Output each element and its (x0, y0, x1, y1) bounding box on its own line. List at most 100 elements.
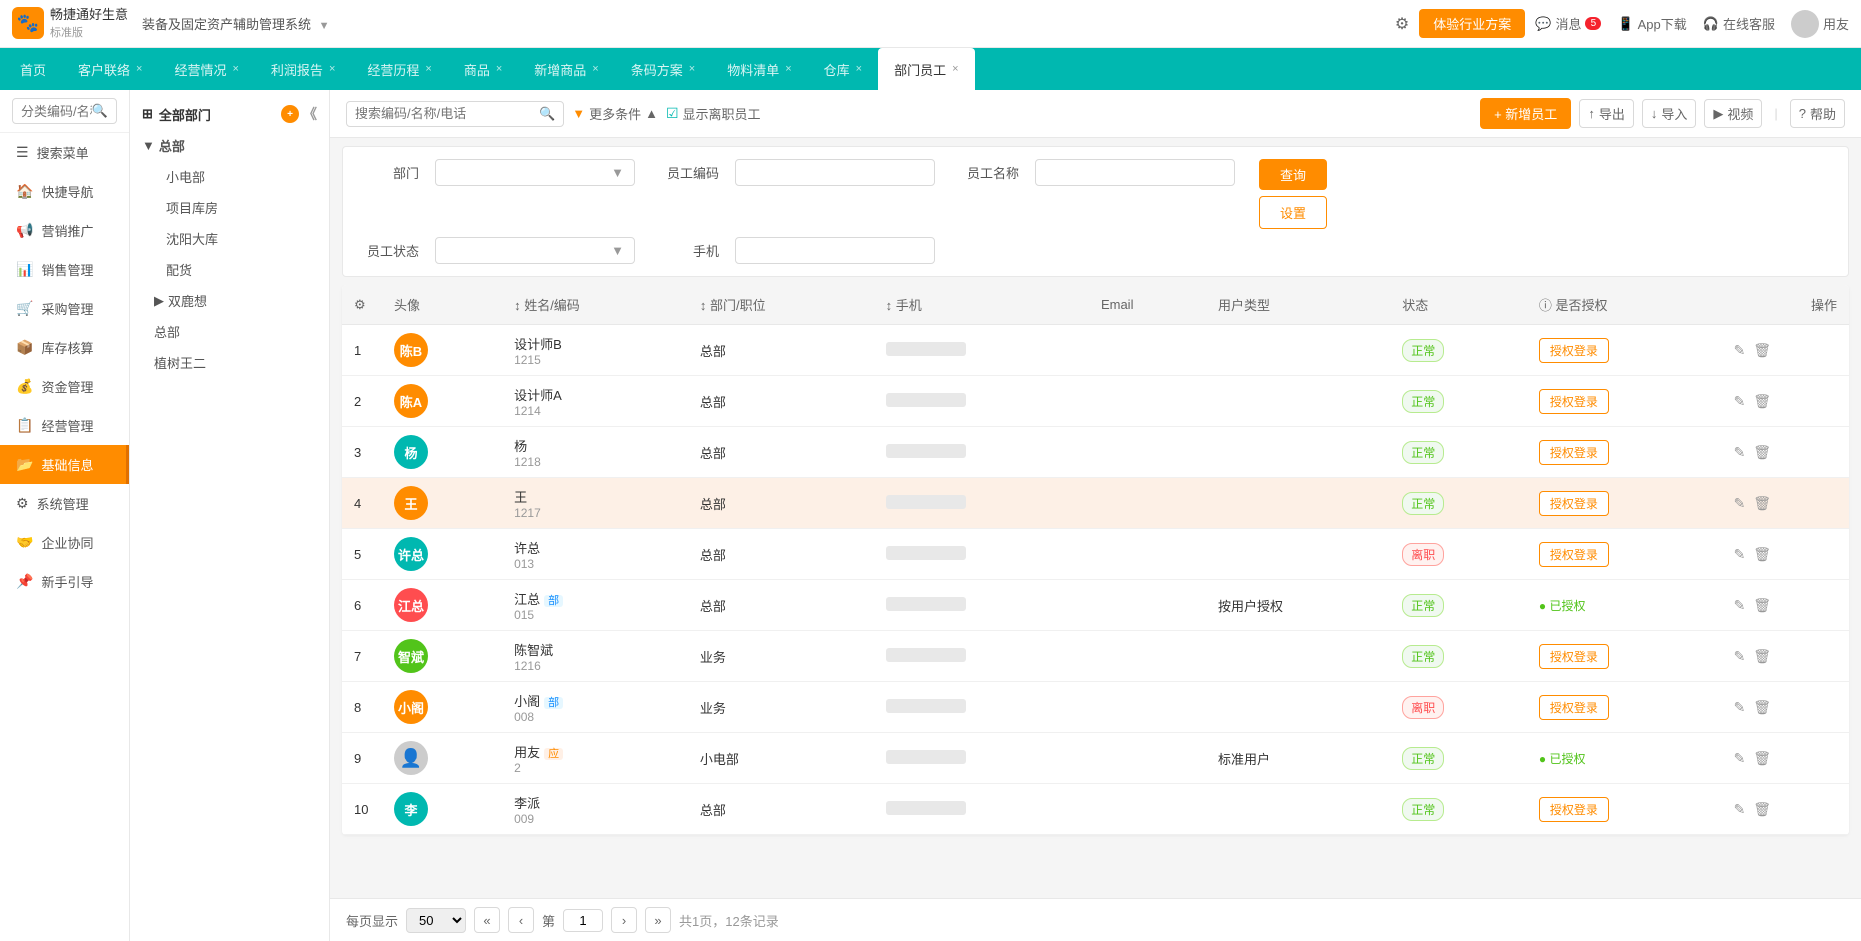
delete-icon[interactable]: 🗑 (1753, 648, 1771, 665)
delete-icon[interactable]: 🗑 (1753, 393, 1771, 410)
help-btn[interactable]: ? 帮助 (1790, 99, 1845, 128)
edit-icon[interactable]: ✎ (1734, 750, 1746, 767)
gear-icon[interactable]: ⚙ (1395, 14, 1409, 34)
cell-dept: 业务 (688, 631, 874, 682)
tab-customer[interactable]: 客户联络× (62, 48, 158, 90)
auth-login-btn[interactable]: 授权登录 (1539, 491, 1609, 516)
delete-icon[interactable]: 🗑 (1753, 546, 1771, 563)
delete-icon[interactable]: 🗑 (1753, 597, 1771, 614)
online-service-btn[interactable]: 🎧 在线客服 (1703, 14, 1775, 33)
edit-icon[interactable]: ✎ (1734, 597, 1746, 614)
filter-btn[interactable]: ▼ 更多条件 ▲ (572, 104, 658, 123)
tab-goods[interactable]: 商品× (448, 48, 518, 90)
view-btn[interactable]: ▶ 视频 (1704, 99, 1762, 128)
tab-barcode[interactable]: 条码方案× (615, 48, 711, 90)
sidebar-search-wrap[interactable]: 🔍 (12, 98, 117, 124)
sidebar-item-operations[interactable]: 📋经营管理 (0, 406, 129, 445)
sidebar-item-marketing[interactable]: 📢营销推广 (0, 211, 129, 250)
th-phone[interactable]: ↕ 手机 (874, 285, 1089, 325)
tab-new-goods[interactable]: 新增商品× (518, 48, 614, 90)
delete-icon[interactable]: 🗑 (1753, 801, 1771, 818)
show-resigned-toggle[interactable]: ☑ 显示离职员工 (666, 104, 761, 123)
auth-login-btn[interactable]: 授权登录 (1539, 695, 1609, 720)
page-size-select[interactable]: 50 20 100 (406, 908, 466, 933)
sidebar-item-inventory[interactable]: 📦库存核算 (0, 328, 129, 367)
auth-login-btn[interactable]: 授权登录 (1539, 389, 1609, 414)
sidebar-search-input[interactable] (21, 104, 92, 119)
page-input[interactable] (563, 909, 603, 932)
filter-dept-select[interactable]: ▼ (435, 159, 635, 186)
tab-bom[interactable]: 物料清单× (711, 48, 807, 90)
status-badge: 正常 (1402, 594, 1444, 617)
edit-icon[interactable]: ✎ (1734, 393, 1746, 410)
import-btn[interactable]: ↓ 导入 (1642, 99, 1697, 128)
edit-icon[interactable]: ✎ (1734, 546, 1746, 563)
edit-icon[interactable]: ✎ (1734, 801, 1746, 818)
user-btn[interactable]: 用友 (1791, 10, 1849, 38)
auth-login-btn[interactable]: 授权登录 (1539, 440, 1609, 465)
prev-page-btn[interactable]: ‹ (508, 907, 534, 933)
last-page-btn[interactable]: » (645, 907, 671, 933)
tab-profit[interactable]: 利润报告× (255, 48, 351, 90)
edit-icon[interactable]: ✎ (1734, 648, 1746, 665)
auth-login-btn[interactable]: 授权登录 (1539, 797, 1609, 822)
edit-icon[interactable]: ✎ (1734, 495, 1746, 512)
cell-user-type (1206, 325, 1390, 376)
filter-name-input[interactable] (1035, 159, 1235, 186)
filter-status-select[interactable]: ▼ (435, 237, 635, 264)
th-dept[interactable]: ↕ 部门/职位 (688, 285, 874, 325)
dept-item-zongbu2[interactable]: 总部 (130, 316, 329, 347)
auth-login-btn[interactable]: 授权登录 (1539, 644, 1609, 669)
search-input[interactable] (355, 106, 535, 121)
tab-history[interactable]: 经营历程× (351, 48, 447, 90)
next-page-btn[interactable]: › (611, 907, 637, 933)
delete-icon[interactable]: 🗑 (1753, 342, 1771, 359)
tab-home[interactable]: 首页 (4, 48, 62, 90)
dept-item-shuangluxiang[interactable]: ▶ 双鹿想 (130, 285, 329, 316)
dept-item-peihuo[interactable]: 配货 (130, 254, 329, 285)
edit-icon[interactable]: ✎ (1734, 699, 1746, 716)
auth-login-btn[interactable]: 授权登录 (1539, 338, 1609, 363)
sidebar-item-collab[interactable]: 🤝企业协同 (0, 523, 129, 562)
dept-item-shenyang[interactable]: 沈阳大库 (130, 223, 329, 254)
delete-icon[interactable]: 🗑 (1753, 699, 1771, 716)
app-download-btn[interactable]: 📱 App下载 (1617, 14, 1686, 33)
delete-icon[interactable]: 🗑 (1753, 750, 1771, 767)
sidebar-item-system[interactable]: ⚙系统管理 (0, 484, 129, 523)
delete-icon[interactable]: 🗑 (1753, 444, 1771, 461)
sidebar-item-search[interactable]: ☰搜索菜单 (0, 133, 129, 172)
edit-icon[interactable]: ✎ (1734, 342, 1746, 359)
filter-code-input[interactable] (735, 159, 935, 186)
export-btn[interactable]: ↑ 导出 (1579, 99, 1634, 128)
filter-phone-input[interactable] (735, 237, 935, 264)
delete-icon[interactable]: 🗑 (1753, 495, 1771, 512)
first-page-btn[interactable]: « (474, 907, 500, 933)
dept-collapse-btn[interactable]: 《 (303, 104, 317, 124)
add-employee-btn[interactable]: + 新增员工 (1480, 98, 1571, 129)
tab-department[interactable]: 部门员工× (878, 48, 974, 90)
message-btn[interactable]: 💬 消息 5 (1535, 14, 1601, 33)
auth-login-btn[interactable]: 授权登录 (1539, 542, 1609, 567)
tab-operation[interactable]: 经营情况× (158, 48, 254, 90)
sidebar-item-guide[interactable]: 📌新手引导 (0, 562, 129, 601)
th-name[interactable]: ↕ 姓名/编码 (502, 285, 688, 325)
sidebar-item-finance[interactable]: 💰资金管理 (0, 367, 129, 406)
sidebar-item-sales[interactable]: 📊销售管理 (0, 250, 129, 289)
sidebar-item-purchase[interactable]: 🛒采购管理 (0, 289, 129, 328)
dept-add-btn[interactable]: + (281, 105, 299, 123)
cell-no: 4 (342, 478, 382, 529)
th-settings[interactable]: ⚙ (342, 285, 382, 325)
set-btn[interactable]: 设置 (1259, 196, 1327, 229)
edit-icon[interactable]: ✎ (1734, 444, 1746, 461)
dept-item-xiaodibu[interactable]: 小电部 (130, 161, 329, 192)
sidebar-item-basic[interactable]: 📂基础信息 (0, 445, 129, 484)
sidebar-item-nav[interactable]: 🏠快捷导航 (0, 172, 129, 211)
try-btn[interactable]: 体验行业方案 (1419, 9, 1525, 38)
query-btn[interactable]: 查询 (1259, 159, 1327, 190)
dept-item-project[interactable]: 项目库房 (130, 192, 329, 223)
search-box[interactable]: 🔍 (346, 101, 564, 127)
table-row: 2陈A设计师A1214总部正常授权登录✎🗑 (342, 376, 1849, 427)
dept-group-zongbu[interactable]: ▼ 总部 (130, 130, 329, 161)
dept-item-zhishu[interactable]: 植树王二 (130, 347, 329, 378)
tab-warehouse[interactable]: 仓库× (808, 48, 878, 90)
